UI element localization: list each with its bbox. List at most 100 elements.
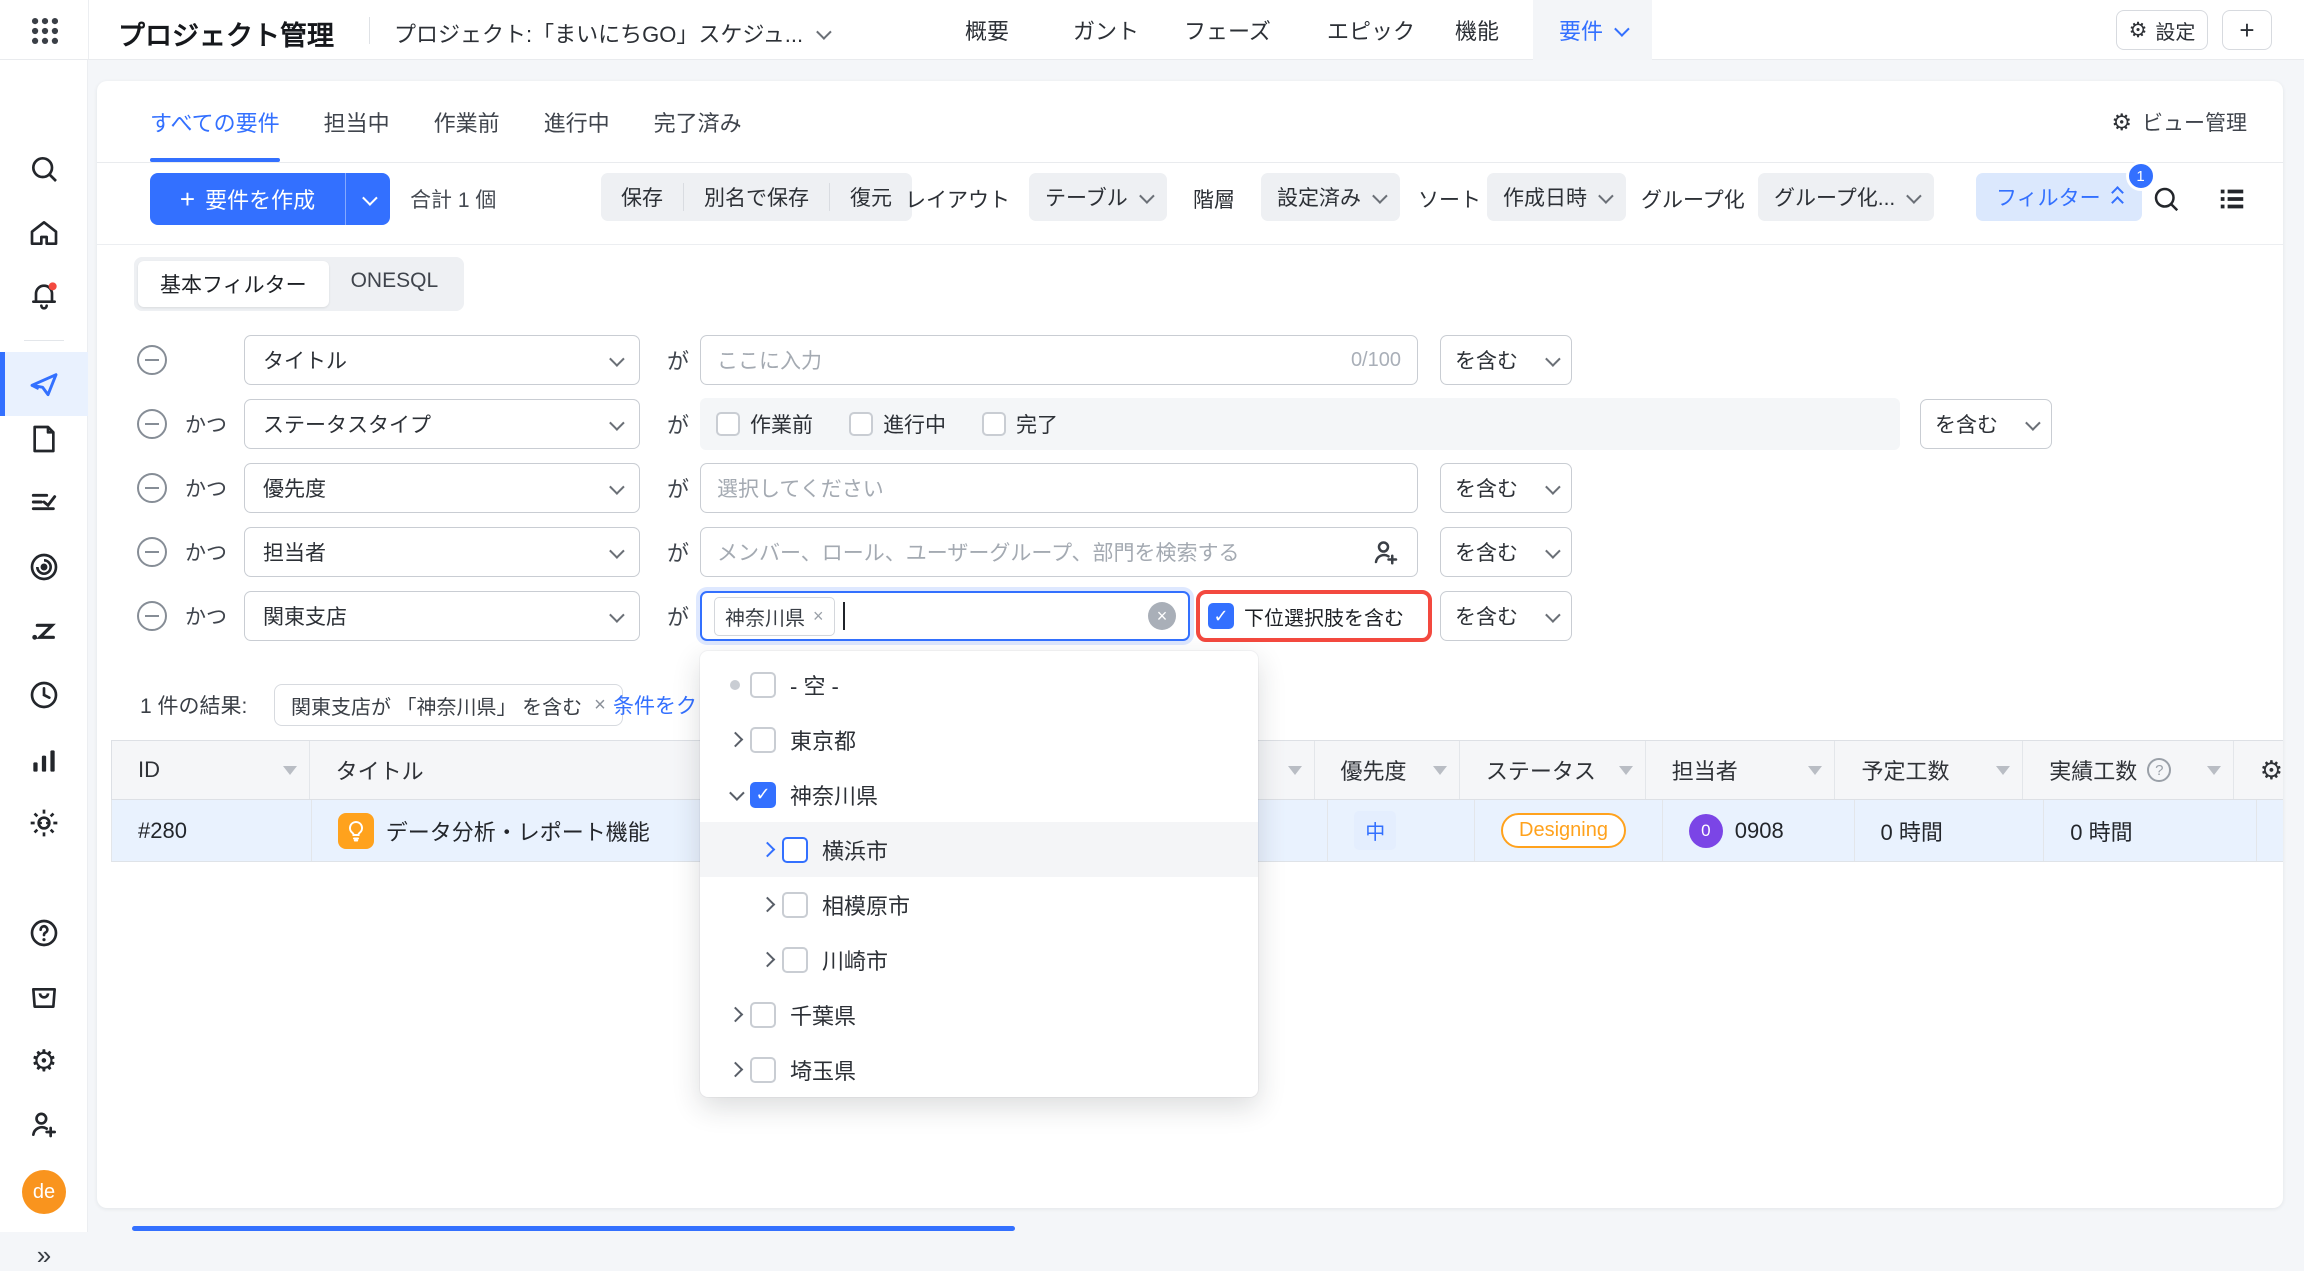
cell-assignee[interactable]: 0 0908 <box>1663 800 1855 861</box>
settings-gear-icon[interactable]: ⚙ <box>0 1039 88 1083</box>
marketplace-bag-icon[interactable] <box>0 974 88 1018</box>
col-header-priority[interactable]: 優先度 <box>1315 741 1460 799</box>
col-header-assignee[interactable]: 担当者 <box>1646 741 1836 799</box>
help-icon[interactable]: ? <box>2147 758 2172 782</box>
filter-caret-icon[interactable] <box>1808 766 1823 775</box>
filter-caret-icon[interactable] <box>282 766 297 775</box>
remove-condition-icon[interactable] <box>137 345 167 375</box>
checkbox-icon[interactable] <box>750 781 776 808</box>
expand-chevron-icon[interactable] <box>752 945 782 975</box>
bar-chart-icon[interactable] <box>0 739 88 783</box>
tree-item-sagamihara[interactable]: 相模原市 <box>700 877 1258 932</box>
sort-select[interactable]: 作成日時 <box>1487 173 1626 221</box>
remove-condition-icon[interactable] <box>137 473 167 503</box>
group-select[interactable]: グループ化... <box>1758 173 1935 221</box>
restore-button[interactable]: 復元 <box>830 173 912 221</box>
remove-condition-icon[interactable]: × <box>594 694 606 717</box>
home-icon[interactable] <box>0 211 88 255</box>
tree-item-tokyo[interactable]: 東京都 <box>700 712 1258 767</box>
title-input[interactable]: ここに入力 0/100 <box>700 335 1418 385</box>
nav-epic[interactable]: エピック <box>1327 0 1415 60</box>
field-select-title[interactable]: タイトル <box>244 335 640 385</box>
clear-input-icon[interactable]: × <box>1148 602 1176 630</box>
save-as-button[interactable]: 別名で保存 <box>684 173 829 221</box>
workflow-icon[interactable] <box>0 610 88 654</box>
nav-requirements[interactable]: 要件 <box>1533 0 1653 60</box>
checkbox-icon[interactable] <box>782 946 808 973</box>
nav-overview[interactable]: 概要 <box>965 0 1009 60</box>
gear-icon[interactable]: ⚙ <box>2260 755 2283 786</box>
field-select-assignee[interactable]: 担当者 <box>244 527 640 577</box>
filter-caret-icon[interactable] <box>1432 766 1447 775</box>
filter-caret-icon[interactable] <box>1287 766 1302 775</box>
tree-item-yokohama[interactable]: 横浜市 <box>700 822 1258 877</box>
cell-status[interactable]: Designing <box>1475 800 1663 861</box>
checklist-icon[interactable] <box>0 480 88 524</box>
sidebar-item-project-active[interactable] <box>0 352 88 416</box>
cell-id[interactable]: #280 <box>112 800 312 861</box>
target-icon[interactable] <box>0 545 88 589</box>
tree-item-kawasaki[interactable]: 川崎市 <box>700 932 1258 987</box>
collapse-chevron-icon[interactable] <box>720 780 750 810</box>
notifications-bell-icon[interactable] <box>0 273 88 317</box>
checkbox-icon[interactable] <box>782 836 808 863</box>
tab-done[interactable]: 完了済み <box>654 81 742 162</box>
filter-caret-icon[interactable] <box>1996 766 2011 775</box>
create-requirement-button[interactable]: + 要件を作成 <box>150 173 390 225</box>
filter-caret-icon[interactable] <box>1618 766 1633 775</box>
create-dropdown-caret[interactable] <box>346 173 390 225</box>
checkbox-icon[interactable] <box>782 891 808 918</box>
hierarchy-select[interactable]: 設定済み <box>1261 173 1400 221</box>
operator-select[interactable]: を含む <box>1440 591 1572 641</box>
settings-button[interactable]: ⚙ 設定 <box>2116 10 2208 50</box>
col-header-actual-hours[interactable]: 実績工数? <box>2023 741 2234 799</box>
user-avatar[interactable]: de <box>22 1170 66 1214</box>
project-selector[interactable]: プロジェクト:「まいにちGO」スケジュ... <box>394 17 832 49</box>
create-requirement-main[interactable]: + 要件を作成 <box>150 173 345 225</box>
nav-feature[interactable]: 機能 <box>1455 0 1499 60</box>
document-icon[interactable] <box>0 417 88 461</box>
remove-tag-icon[interactable]: × <box>813 606 824 627</box>
remove-condition-icon[interactable] <box>137 409 167 439</box>
list-view-icon[interactable] <box>2209 173 2255 225</box>
add-button[interactable]: + <box>2222 10 2272 50</box>
tree-item-saitama[interactable]: 埼玉県 <box>700 1042 1258 1097</box>
priority-select-input[interactable]: 選択してください <box>700 463 1418 513</box>
operator-select[interactable]: を含む <box>1920 399 2052 449</box>
view-manage-button[interactable]: ⚙ ビュー管理 <box>2111 81 2247 163</box>
col-header-planned-hours[interactable]: 予定工数 <box>1835 741 2024 799</box>
checkbox-icon[interactable] <box>750 1056 776 1083</box>
mode-onesql[interactable]: ONESQL <box>329 261 461 307</box>
mode-basic-filter[interactable]: 基本フィルター <box>138 261 329 307</box>
assignee-search-input[interactable]: メンバー、ロール、ユーザーグループ、部門を検索する <box>700 527 1418 577</box>
col-header-id[interactable]: ID <box>112 741 310 799</box>
tab-all-requirements[interactable]: すべての要件 <box>150 81 280 162</box>
checkbox-icon[interactable] <box>750 726 776 753</box>
tree-item-chiba[interactable]: 千葉県 <box>700 987 1258 1042</box>
expand-chevron-icon[interactable] <box>752 890 782 920</box>
tree-item-empty[interactable]: - 空 - <box>700 657 1258 712</box>
remove-condition-icon[interactable] <box>137 601 167 631</box>
operator-select[interactable]: を含む <box>1440 463 1572 513</box>
checkbox-done[interactable]: 完了 <box>982 409 1058 439</box>
expand-chevron-icon[interactable] <box>752 835 782 865</box>
checkbox-icon[interactable] <box>750 671 776 698</box>
remove-condition-icon[interactable] <box>137 537 167 567</box>
search-icon[interactable] <box>0 147 88 191</box>
nav-phase[interactable]: フェーズ <box>1184 0 1271 60</box>
checkbox-icon[interactable] <box>750 1001 776 1028</box>
search-icon[interactable] <box>2143 173 2189 225</box>
help-icon[interactable] <box>0 911 88 955</box>
app-grid-icon[interactable] <box>28 14 62 48</box>
operator-select[interactable]: を含む <box>1440 527 1572 577</box>
checkbox-in-progress[interactable]: 進行中 <box>849 409 946 439</box>
region-multiselect-input[interactable]: 神奈川県 × × <box>700 591 1190 641</box>
clock-icon[interactable] <box>0 673 88 717</box>
nav-gantt[interactable]: ガント <box>1073 0 1139 60</box>
collapse-sidebar-icon[interactable]: » <box>0 1240 88 1271</box>
expand-chevron-icon[interactable] <box>720 1055 750 1085</box>
field-select-kanto-branch[interactable]: 関東支店 <box>244 591 640 641</box>
save-button[interactable]: 保存 <box>601 173 683 221</box>
operator-select[interactable]: を含む <box>1440 335 1572 385</box>
tab-assigned[interactable]: 担当中 <box>324 81 390 162</box>
